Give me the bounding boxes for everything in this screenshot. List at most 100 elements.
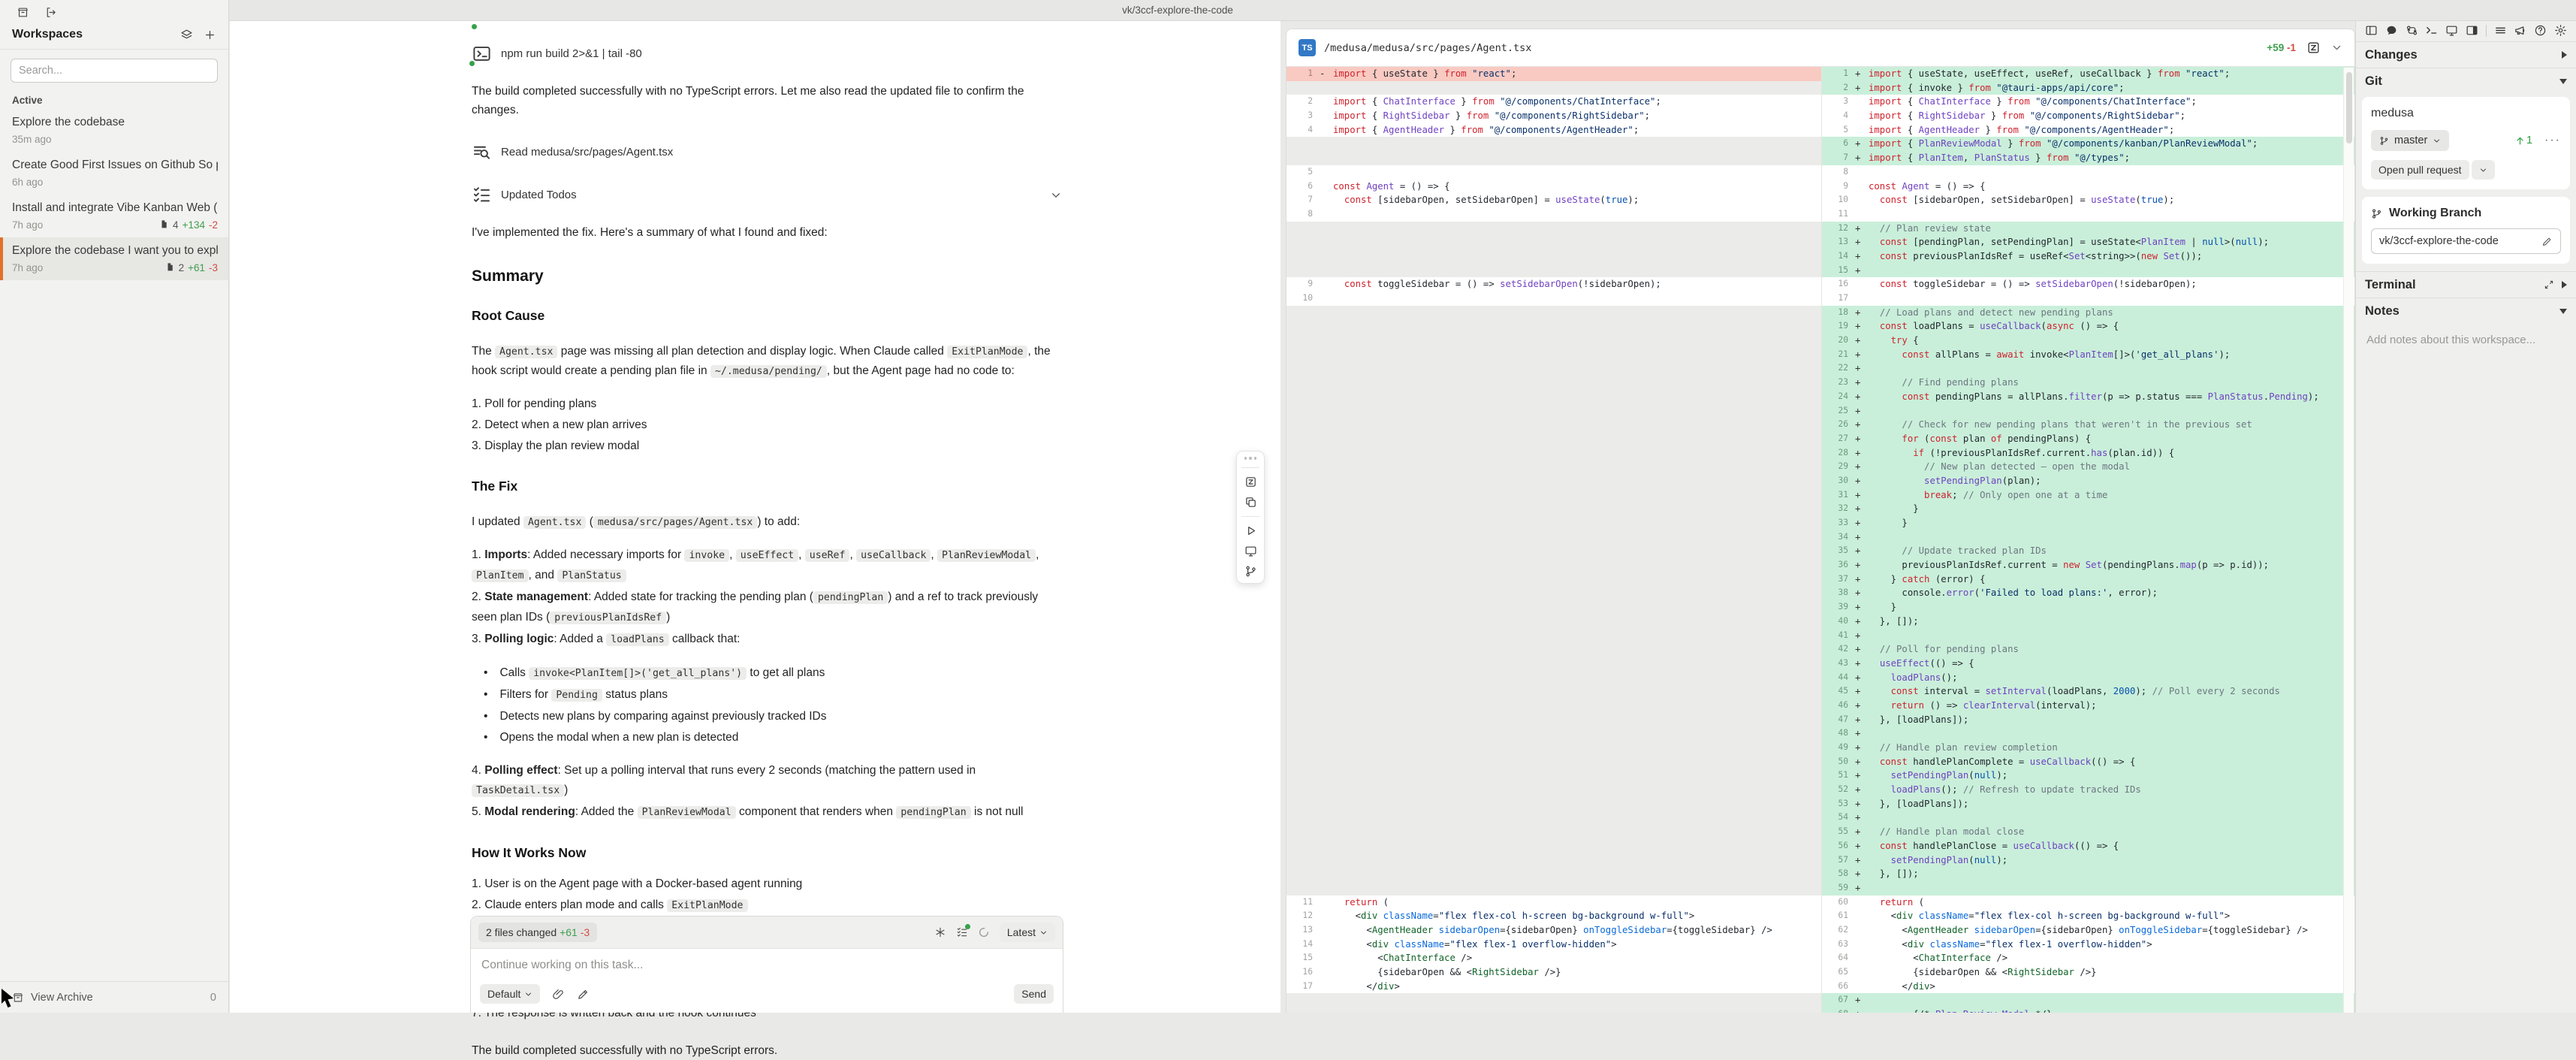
help-icon[interactable] [2534,24,2547,37]
diff-row: 1-import { useState } from "react";1+imp… [1286,67,2354,81]
chevron-down-icon[interactable] [1050,189,1062,201]
diff-old-line [1286,81,1822,95]
diff-new-line: 65 {sidebarOpen && <RightSidebar />} [1822,965,2354,980]
send-button[interactable]: Send [1014,984,1054,1004]
branch-dropdown[interactable]: master [2371,130,2449,151]
add-workspace-button[interactable] [204,29,216,41]
monitor-icon[interactable] [1244,545,1257,557]
terminal-icon [472,44,492,64]
diff-deletions: -1 [2287,42,2296,53]
scrollbar-thumb[interactable] [2346,72,2352,143]
archive-icon[interactable] [17,6,29,19]
workspace-list: Explore the codebase35m agoCreate Good F… [0,109,228,280]
asterisk-icon[interactable] [934,926,946,938]
diff-old-line: 15 <ChatInterface /> [1286,951,1822,965]
panel-right-icon[interactable] [2466,24,2478,37]
inline-code: Pending [551,689,602,702]
title-bar: vk/3ccf-explore-the-code [0,0,2576,21]
diff-old-line [1286,432,1822,446]
edit-icon[interactable] [2541,236,2553,247]
git-branch-icon[interactable] [1244,565,1257,578]
annotate-button[interactable] [577,988,590,1001]
notes-input[interactable]: Add notes about this workspace... [2356,324,2576,356]
pull-request-dropdown[interactable] [2472,160,2495,180]
workspace-item[interactable]: Install and integrate Vibe Kanban Web (7… [0,195,228,237]
copy-icon[interactable] [1244,496,1257,509]
diff-new-line: 8 [1822,165,2354,180]
diff-row: 30+ setPendingPlan(plan); [1286,474,2354,488]
workspaces-title: Workspaces [12,28,83,41]
scrollbar[interactable] [2343,68,2354,1013]
diff-old-line [1286,867,1822,881]
diff-row: 3import { RightSidebar } from "@/compone… [1286,109,2354,123]
latest-dropdown[interactable]: Latest [1000,923,1055,942]
diff-card: TS /medusa/medusa/src/pages/Agent.tsx +5… [1286,29,2355,1013]
git-compare-icon[interactable] [2406,24,2418,37]
diff-new-line: 29+ // New plan detected — open the moda… [1822,460,2354,474]
notes-section-header[interactable]: Notes [2356,297,2576,324]
diff-old-line: 17 </div> [1286,980,1822,994]
diff-new-line: 63 <div className="flex flex-1 overflow-… [1822,938,2354,952]
git-section-header[interactable]: Git [2356,68,2576,94]
diff-new-line: 5import { AgentHeader } from "@/componen… [1822,123,2354,137]
diff-new-line: 26+ // Check for new pending plans that … [1822,418,2354,432]
diff-old-line [1286,600,1822,615]
diff-mode-icon[interactable] [2306,41,2321,55]
collapse-sidebar-icon[interactable] [44,6,57,19]
diff-row: 59+ [1286,881,2354,895]
workspace-item[interactable]: Explore the codebase35m ago [0,109,228,152]
workspace-item-time: 7h ago [12,219,43,231]
tool-call[interactable]: Updated Todos [472,185,1062,205]
message-input[interactable]: Continue working on this task... [471,949,1063,977]
todos-icon [472,185,492,205]
diff-old-line: 11 return ( [1286,895,1822,910]
todos-status-icon[interactable] [956,926,968,938]
play-icon[interactable] [1244,524,1257,537]
tool-call[interactable]: Read medusa/src/pages/Agent.tsx [472,142,1062,162]
view-archive-button[interactable]: View Archive 0 [0,981,228,1013]
diff-old-line [1286,713,1822,727]
diff-row: 13+ const [pendingPlan, setPendingPlan] … [1286,235,2354,249]
tool-call[interactable]: npm run build 2>&1 | tail -80 [472,44,1062,64]
panel-left-icon[interactable] [2365,24,2378,37]
floating-toolbar [1236,451,1265,584]
diff-row: 38+ console.error('Failed to load plans:… [1286,586,2354,600]
diff-old-line: 4import { AgentHeader } from "@/componen… [1286,123,1822,137]
diff-row: 44+ loadPlans(); [1286,671,2354,685]
diff-new-line: 30+ setPendingPlan(plan); [1822,474,2354,488]
drag-handle[interactable] [1244,457,1257,460]
attach-button[interactable] [552,988,565,1001]
working-branch-input[interactable]: vk/3ccf-explore-the-code [2371,228,2561,254]
diff-new-line: 51+ setPendingPlan(null); [1822,769,2354,783]
collapse-diff-icon[interactable] [2331,42,2342,53]
open-pull-request-button[interactable]: Open pull request [2371,160,2469,180]
diff-old-line [1286,684,1822,699]
megaphone-icon[interactable] [2514,24,2526,37]
diff-new-line: 18+ // Load plans and detect new pending… [1822,306,2354,320]
model-dropdown[interactable]: Default [480,984,540,1004]
diff-row: 12 <div className="flex flex-col h-scree… [1286,909,2354,923]
diff-row: 22+ [1286,361,2354,376]
changes-section-header[interactable]: Changes [2356,41,2576,68]
changes-label: Changes [2365,48,2418,62]
workspace-item[interactable]: Explore the codebase I want you to expl7… [0,237,228,280]
gear-icon[interactable] [2554,24,2567,37]
diff-new-line: 41+ [1822,629,2354,643]
diff-new-line: 56+ const handlePlanClose = useCallback(… [1822,839,2354,853]
chat-bubble-icon[interactable] [2385,24,2398,37]
terminal-section-header[interactable]: Terminal [2356,271,2576,297]
more-options-button[interactable]: ··· [2544,134,2561,147]
diff-new-line: 12+ // Plan review state [1822,222,2354,236]
search-input[interactable] [11,59,218,83]
diff-new-line: 20+ try { [1822,334,2354,348]
workspace-item[interactable]: Create Good First Issues on Github So p6… [0,152,228,195]
layers-icon[interactable] [180,29,193,41]
diff-view-icon[interactable] [1244,476,1257,488]
monitor-icon[interactable] [2445,24,2458,37]
expand-icon[interactable] [2544,279,2554,290]
repo-card: medusa master 1 ··· Open pull request [2362,97,2570,189]
terminal-icon[interactable] [2425,24,2438,37]
files-changed-chip[interactable]: 2 files changed +61 -3 [478,923,597,942]
active-section-label: Active [12,95,216,106]
menu-icon[interactable] [2494,24,2507,37]
